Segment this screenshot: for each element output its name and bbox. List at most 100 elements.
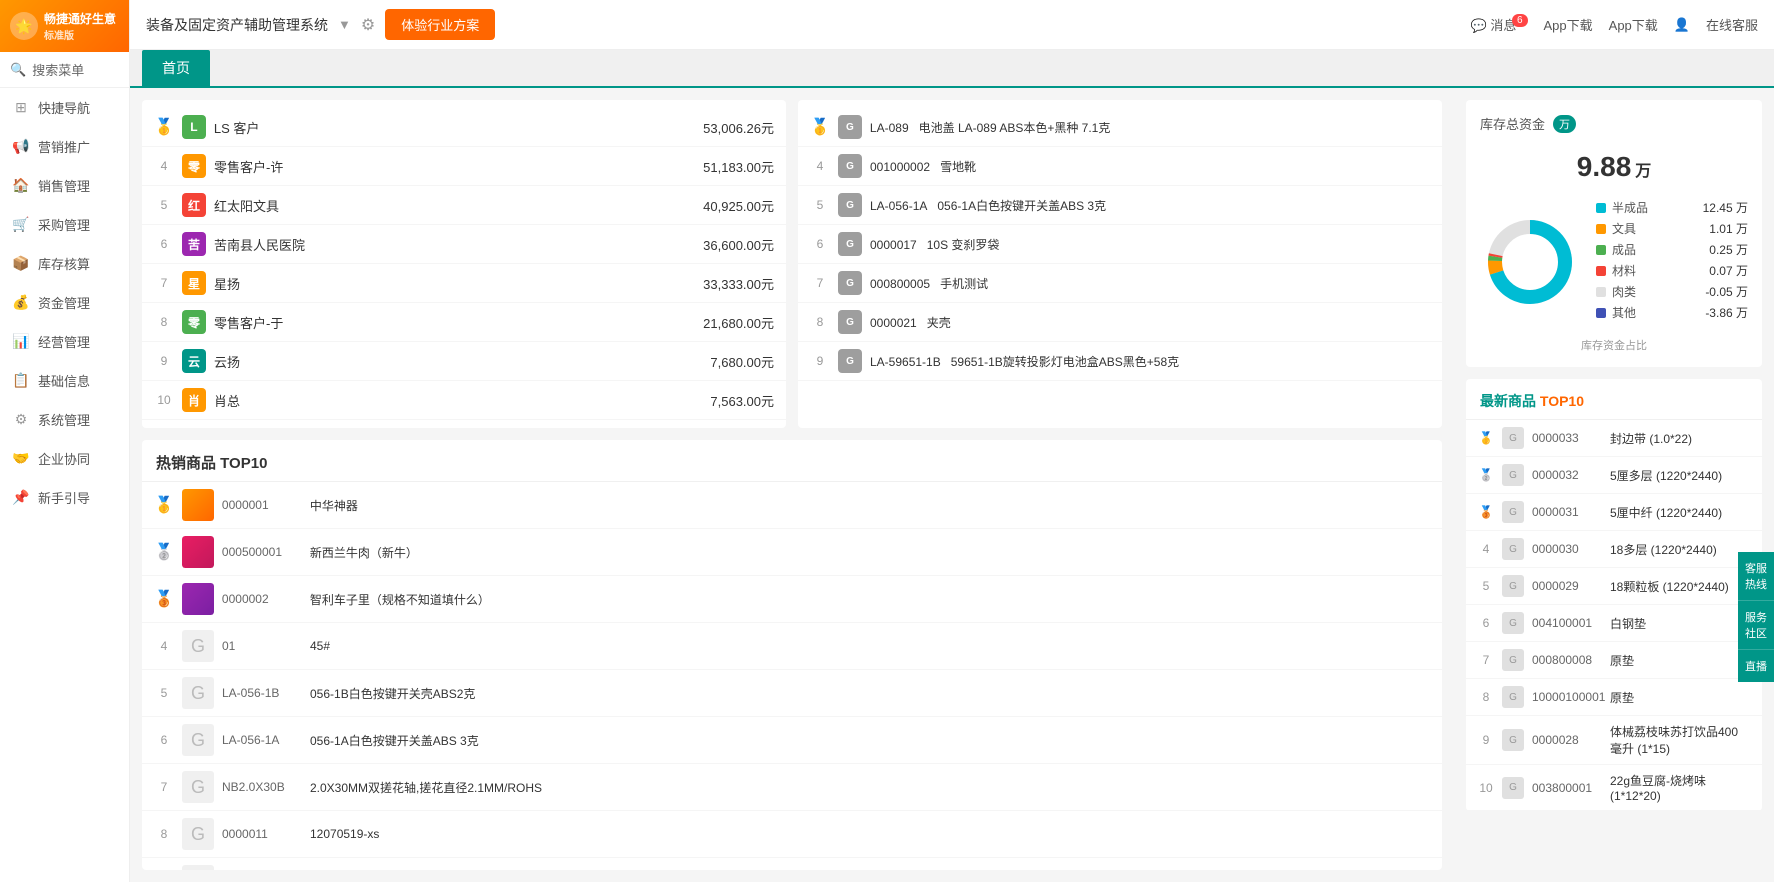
new-product-4: 4 G 0000030 18多层 (1220*2440) [1466, 531, 1762, 568]
customer-amount-8: 21,680.00元 [703, 313, 774, 332]
sidebar-item-marketing[interactable]: 📢 营销推广 [0, 127, 129, 166]
np-num-9: 9 [1478, 733, 1494, 747]
customer-amount-5: 40,925.00元 [703, 196, 774, 215]
sidebar-item-system[interactable]: ⚙ 系统管理 [0, 400, 129, 439]
system-title: 装备及固定资产辅助管理系统 [146, 15, 328, 35]
legend-item-4: 肉类 -0.05 万 [1596, 283, 1748, 300]
np-code-9: 0000028 [1532, 733, 1602, 747]
donut-chart [1480, 212, 1580, 312]
hot-product-4: 4 G 01 45# [142, 623, 1442, 670]
legend-value-0: 12.45 万 [1703, 199, 1748, 216]
rank-item-6: 6 苦 苦南县人民医院 36,600.00元 [142, 225, 786, 264]
hot-product-6: 6 G LA-056-1A 056-1A白色按键开关盖ABS 3克 [142, 717, 1442, 764]
search-label: 搜索菜单 [32, 60, 84, 79]
hot-code-6: LA-056-1A [222, 733, 302, 747]
online-service-icon: 👤 [1674, 17, 1690, 33]
new-products-highlight: TOP10 [1540, 393, 1584, 409]
hot-products-title: 热销商品 TOP10 [142, 440, 1442, 482]
new-product-3: 🥉 G 0000031 5厘中纤 (1220*2440) [1466, 494, 1762, 531]
topbar: 装备及固定资产辅助管理系统 ▼ ⚙ 体验行业方案 💬 消息 6 App下载 Ap… [130, 0, 1774, 50]
hot-code-5: LA-056-1B [222, 686, 302, 700]
legend-label-2: 成品 [1612, 241, 1703, 258]
np-code-4: 0000030 [1532, 542, 1602, 556]
inventory-footer: 库存资金占比 [1480, 337, 1748, 353]
online-service-label[interactable]: 在线客服 [1706, 15, 1758, 34]
sidebar-item-purchase[interactable]: 🛒 采购管理 [0, 205, 129, 244]
app-download-link[interactable]: App下载 [1544, 15, 1593, 34]
hot-thumb-3 [182, 583, 214, 615]
hot-thumb-8: G [182, 818, 214, 850]
hot-thumb-5: G [182, 677, 214, 709]
np-name-10: 22g鱼豆腐-烧烤味 (1*12*20) [1610, 772, 1750, 803]
hot-product-7: 7 G NB2.0X30B 2.0X30MM双搓花轴,搓花直径2.1MM/ROH… [142, 764, 1442, 811]
inventory-label: 库存核算 [38, 254, 90, 273]
hot-num-5: 5 [154, 686, 174, 700]
np-icon-2: G [1502, 464, 1524, 486]
sales-item-5: 5 G LA-056-1A 056-1A白色按键开关盖ABS 3克 [798, 186, 1442, 225]
np-icon-9: G [1502, 729, 1524, 751]
customer-name-4: 零售客户-许 [214, 157, 695, 176]
medal-gold-icon: 🥇 [154, 117, 174, 137]
sidebar-item-enterprise[interactable]: 🤝 企业协同 [0, 439, 129, 478]
sidebar-item-sales[interactable]: 🏠 销售管理 [0, 166, 129, 205]
rank-item-8: 8 零 零售客户-于 21,680.00元 [142, 303, 786, 342]
sales-avatar-4: G [838, 154, 862, 178]
topbar-right: 💬 消息 6 App下载 App下载 👤 在线客服 [1471, 15, 1759, 34]
finance-label: 资金管理 [38, 293, 90, 312]
hot-medal-1: 🥇 [154, 495, 174, 515]
sidebar-item-basics[interactable]: 📋 基础信息 [0, 361, 129, 400]
np-icon-5: G [1502, 575, 1524, 597]
float-btn-community[interactable]: 服务社区 [1738, 601, 1774, 650]
sales-item-3: 🥇 G LA-089 电池盖 LA-089 ABS本色+黑种 7.1克 [798, 108, 1442, 147]
legend-value-5: -3.86 万 [1705, 304, 1748, 321]
sales-num-5: 5 [810, 198, 830, 212]
rank-num-4: 4 [154, 159, 174, 173]
legend-value-1: 1.01 万 [1709, 220, 1748, 237]
rank-item-9: 9 云 云扬 7,680.00元 [142, 342, 786, 381]
np-name-7: 原垫 [1610, 652, 1750, 669]
hot-thumb-4: G [182, 630, 214, 662]
purchase-icon: 🛒 [12, 216, 30, 234]
main-panels: 🥇 L LS 客户 53,006.26元 4 零 零售客户-许 51,183.0… [130, 88, 1454, 882]
legend-dot-0 [1596, 203, 1606, 213]
sales-name-9: LA-59651-1B 59651-1B旋转投影灯电池盒ABS黑色+58克 [870, 353, 1430, 370]
np-icon-10: G [1502, 777, 1524, 799]
trial-button[interactable]: 体验行业方案 [385, 9, 495, 40]
enterprise-label: 企业协同 [38, 449, 90, 468]
hot-product-9: 9 G KK-SD22110H 花语萌恒温分腿睡袋（厚款） [142, 858, 1442, 870]
float-btn-service[interactable]: 客服热线 [1738, 552, 1774, 601]
sales-name-7: 000800005 手机测试 [870, 275, 1430, 292]
sidebar-search[interactable]: 🔍 搜索菜单 [0, 52, 129, 88]
sidebar-item-guide[interactable]: 📌 新手引导 [0, 478, 129, 517]
sidebar-item-inventory[interactable]: 📦 库存核算 [0, 244, 129, 283]
home-tab[interactable]: 首页 [142, 50, 210, 86]
app-download-label[interactable]: App下载 [1609, 15, 1658, 34]
main-area: 装备及固定资产辅助管理系统 ▼ ⚙ 体验行业方案 💬 消息 6 App下载 Ap… [130, 0, 1774, 882]
sidebar-item-quick-nav[interactable]: ⊞ 快捷导航 [0, 88, 129, 127]
inventory-amount: 9.88 [1577, 151, 1632, 182]
message-area[interactable]: 💬 消息 6 [1471, 15, 1528, 34]
float-btn-live[interactable]: 直播 [1738, 650, 1774, 682]
quick-nav-label: 快捷导航 [38, 98, 90, 117]
hot-code-3: 0000002 [222, 592, 302, 606]
dropdown-arrow[interactable]: ▼ [338, 17, 351, 32]
settings-gear-icon[interactable]: ⚙ [361, 15, 375, 35]
operations-label: 经营管理 [38, 332, 90, 351]
top-row: 🥇 L LS 客户 53,006.26元 4 零 零售客户-许 51,183.0… [142, 100, 1442, 428]
hot-product-1: 🥇 0000001 中华神器 [142, 482, 1442, 529]
new-product-2: 🥈 G 0000032 5厘多层 (1220*2440) [1466, 457, 1762, 494]
np-code-3: 0000031 [1532, 505, 1602, 519]
hot-name-1: 中华神器 [310, 497, 1430, 514]
sidebar-item-finance[interactable]: 💰 资金管理 [0, 283, 129, 322]
hot-thumb-9: G [182, 865, 214, 870]
legend-dot-5 [1596, 308, 1606, 318]
customer-avatar-4: 零 [182, 154, 206, 178]
np-num-1: 🥇 [1478, 431, 1494, 445]
np-icon-6: G [1502, 612, 1524, 634]
customer-avatar-5: 红 [182, 193, 206, 217]
sales-avatar-3: G [838, 115, 862, 139]
customer-name-10: 肖总 [214, 391, 702, 410]
sidebar-item-operations[interactable]: 📊 经营管理 [0, 322, 129, 361]
hot-code-4: 01 [222, 639, 302, 653]
hot-products-list: 🥇 0000001 中华神器 🥈 000500001 新西兰牛肉（新牛） 🥉 [142, 482, 1442, 870]
